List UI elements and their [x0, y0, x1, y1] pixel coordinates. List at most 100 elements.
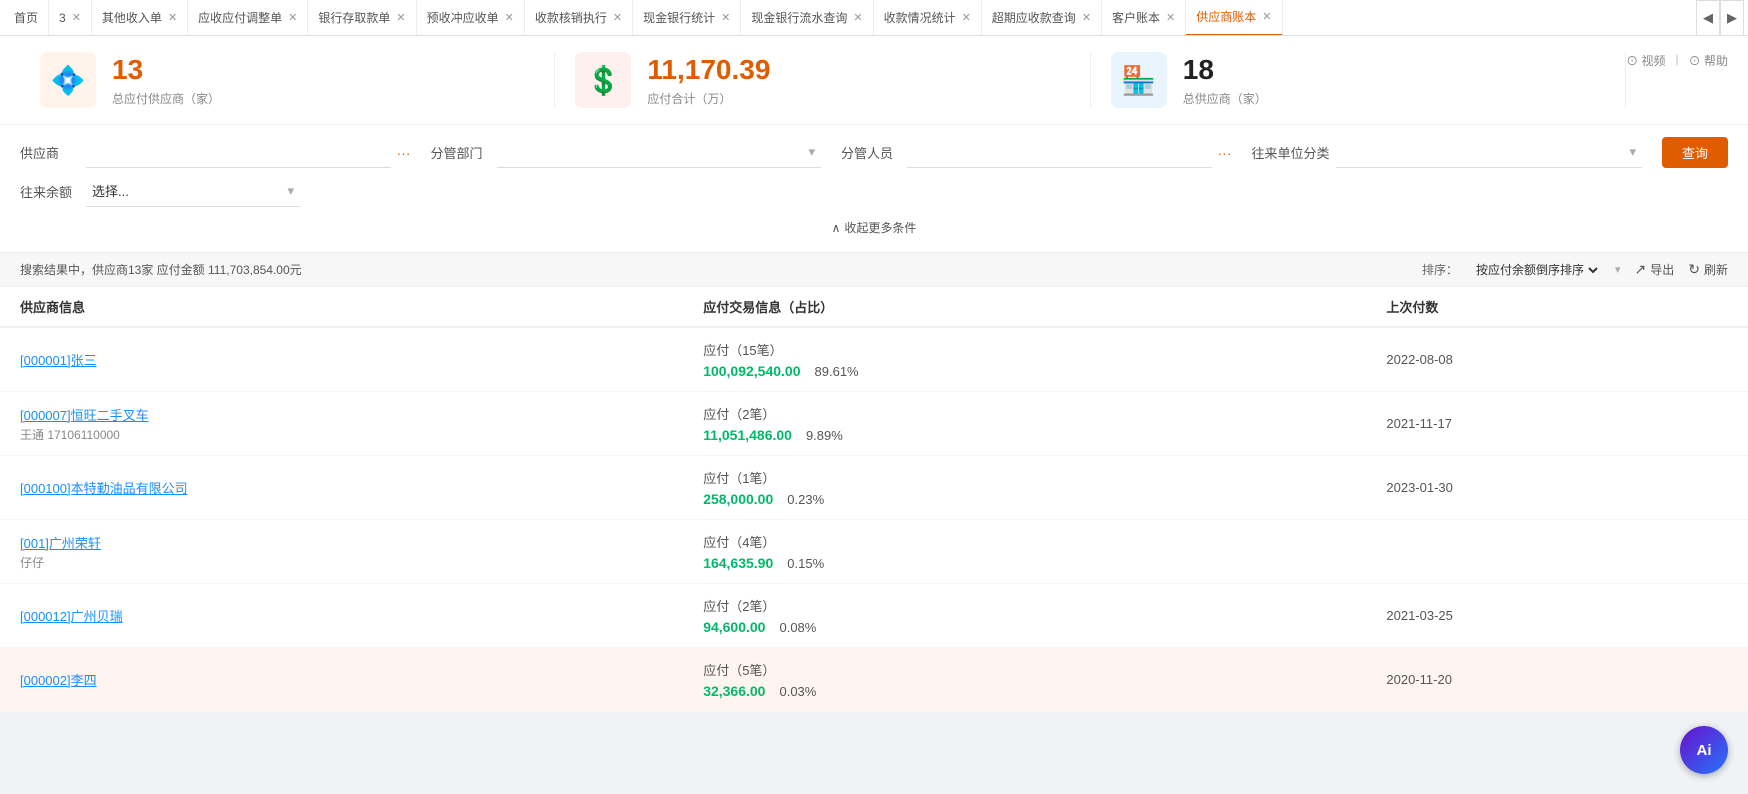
close-icon[interactable]: ✕ [396, 11, 405, 24]
person-input[interactable] [907, 138, 1212, 168]
tx-percent: 0.15% [787, 556, 824, 571]
nav-tab-prepaid[interactable]: 预收冲应收单 ✕ [417, 0, 525, 36]
supplier-link[interactable]: [001]广州荣轩 [20, 533, 703, 552]
refresh-icon: ↻ [1688, 261, 1700, 278]
close-icon[interactable]: ✕ [505, 11, 514, 24]
tx-label: 应付（5笔） [703, 660, 775, 679]
ai-assistant-button[interactable]: Ai [1680, 726, 1728, 774]
help-link[interactable]: ⊙ 帮助 [1689, 52, 1728, 69]
supplier-cell: [001]广州荣轩 仔仔 [20, 533, 703, 571]
category-filter-label: 往来单位分类 [1252, 143, 1330, 162]
nav-tab-3[interactable]: 3 ✕ [49, 0, 92, 36]
tx-amount[interactable]: 258,000.00 [703, 491, 773, 507]
nav-tab-collection-stats[interactable]: 收款情况统计 ✕ [874, 0, 982, 36]
close-icon[interactable]: ✕ [721, 11, 730, 24]
nav-tab-cash-bank-flow[interactable]: 现金银行流水查询 ✕ [741, 0, 873, 36]
payable-suppliers-label: 总应付供应商（家） [112, 90, 220, 107]
table-header: 供应商信息 应付交易信息（占比） 上次付数 [0, 287, 1748, 328]
video-link[interactable]: ⊙ 视频 [1626, 52, 1665, 69]
nav-tab-cash-bank-stats[interactable]: 现金银行统计 ✕ [633, 0, 741, 36]
close-icon[interactable]: ✕ [288, 11, 297, 24]
person-dots-btn[interactable]: ··· [1218, 145, 1232, 161]
supplier-link[interactable]: [000012]广州贝瑞 [20, 606, 703, 625]
filter-person: 分管人员 ··· [841, 138, 1232, 168]
nav-tab-adjustment[interactable]: 应收应付调整单 ✕ [188, 0, 308, 36]
filter-row-1: 供应商 ··· 分管部门 ▾ 分管人员 ··· 往来单位分类 ▾ 查询 [20, 137, 1728, 168]
nav-tab-overdue[interactable]: 超期应收款查询 ✕ [982, 0, 1102, 36]
query-button[interactable]: 查询 [1662, 137, 1728, 168]
chevron-up-icon: ∧ [832, 221, 841, 235]
chevron-down-icon: ▾ [1615, 263, 1621, 276]
close-icon[interactable]: ✕ [1262, 10, 1271, 23]
balance-filter-label: 往来余额 [20, 182, 80, 201]
total-suppliers-text: 18 总供应商（家） [1183, 54, 1267, 107]
tx-amount[interactable]: 164,635.90 [703, 555, 773, 571]
summary-card-total-suppliers: 🏪 18 总供应商（家） [1091, 52, 1626, 108]
collapse-button[interactable]: ∧ 收起更多条件 [820, 215, 929, 240]
tx-amount-row: 11,051,486.00 9.89% [703, 427, 1386, 443]
sort-select[interactable]: 按应付余额倒序排序 [1472, 262, 1601, 278]
close-icon[interactable]: ✕ [168, 11, 177, 24]
nav-prev-arrow[interactable]: ◀ [1696, 0, 1720, 36]
last-pay-cell: 2022-08-08 [1386, 352, 1728, 367]
filter-dept: 分管部门 ▾ [431, 137, 822, 168]
close-icon[interactable]: ✕ [1166, 11, 1175, 24]
tx-amount[interactable]: 11,051,486.00 [703, 427, 792, 443]
balance-select[interactable]: 选择... [86, 176, 300, 206]
table-row: [000002]李四 应付（5笔） 32,366.00 0.03% 2020-1… [0, 648, 1748, 712]
last-pay-date: 2020-11-20 [1386, 672, 1452, 687]
supplier-link[interactable]: [000007]恒旺二手叉车 [20, 405, 703, 424]
supplier-link[interactable]: [000001]张三 [20, 350, 703, 369]
close-icon[interactable]: ✕ [72, 11, 81, 24]
tx-amount[interactable]: 32,366.00 [703, 683, 765, 699]
tx-amount-row: 100,092,540.00 89.61% [703, 363, 1386, 379]
table-row: [000012]广州贝瑞 应付（2笔） 94,600.00 0.08% 2021… [0, 584, 1748, 648]
supplier-link[interactable]: [000100]本特勤油品有限公司 [20, 478, 703, 497]
close-icon[interactable]: ✕ [613, 11, 622, 24]
dept-select[interactable] [497, 137, 822, 167]
supplier-cell: [000100]本特勤油品有限公司 [20, 478, 703, 497]
filter-row-2: 往来余额 选择... ▾ [20, 176, 1728, 207]
export-icon: ↗ [1635, 261, 1647, 278]
table-row: [001]广州荣轩 仔仔 应付（4笔） 164,635.90 0.15% [0, 520, 1748, 584]
close-icon[interactable]: ✕ [853, 11, 862, 24]
tx-amount[interactable]: 94,600.00 [703, 619, 765, 635]
nav-tab-home[interactable]: 首页 [4, 0, 49, 36]
payable-total-label: 应付合计（万） [647, 90, 770, 107]
close-icon[interactable]: ✕ [962, 11, 971, 24]
nav-tab-customer-book[interactable]: 客户账本 ✕ [1102, 0, 1186, 36]
top-nav: 首页 3 ✕ 其他收入单 ✕ 应收应付调整单 ✕ 银行存取款单 ✕ 预收冲应收单… [0, 0, 1748, 36]
nav-tab-collection[interactable]: 收款核销执行 ✕ [525, 0, 633, 36]
data-table: 供应商信息 应付交易信息（占比） 上次付数 [000001]张三 应付（15笔）… [0, 287, 1748, 712]
tx-percent: 0.23% [787, 492, 824, 507]
nav-tab-supplier-book[interactable]: 供应商账本 ✕ [1186, 0, 1282, 36]
export-button[interactable]: ↗ 导出 [1635, 261, 1675, 278]
supplier-link[interactable]: [000002]李四 [20, 670, 703, 689]
supplier-dots-btn[interactable]: ··· [397, 145, 411, 161]
payable-total-icon: 💲 [575, 52, 631, 108]
category-select[interactable] [1336, 137, 1642, 167]
transaction-cell: 应付（1笔） 258,000.00 0.23% [703, 468, 1386, 507]
tx-percent: 0.03% [779, 684, 816, 699]
close-icon[interactable]: ✕ [1082, 11, 1091, 24]
refresh-button[interactable]: ↻ 刷新 [1688, 261, 1728, 278]
tx-row: 应付（5笔） [703, 660, 1386, 679]
balance-select-wrap: 选择... ▾ [86, 176, 300, 207]
transaction-cell: 应付（15笔） 100,092,540.00 89.61% [703, 340, 1386, 379]
tx-label: 应付（2笔） [703, 596, 775, 615]
payable-suppliers-text: 13 总应付供应商（家） [112, 54, 220, 107]
supplier-cell: [000002]李四 [20, 670, 703, 689]
nav-tab-bank-deposit[interactable]: 银行存取款单 ✕ [308, 0, 416, 36]
last-pay-date: 2021-03-25 [1386, 608, 1453, 623]
tx-amount-row: 32,366.00 0.03% [703, 683, 1386, 699]
tx-label: 应付（1笔） [703, 468, 775, 487]
table-row: [000100]本特勤油品有限公司 应付（1笔） 258,000.00 0.23… [0, 456, 1748, 520]
nav-tab-other-income[interactable]: 其他收入单 ✕ [92, 0, 188, 36]
nav-next-arrow[interactable]: ▶ [1720, 0, 1744, 36]
supplier-input[interactable] [86, 138, 391, 168]
tx-amount[interactable]: 100,092,540.00 [703, 363, 800, 379]
tx-label: 应付（2笔） [703, 404, 775, 423]
tx-row: 应付（1笔） [703, 468, 1386, 487]
table-row: [000001]张三 应付（15笔） 100,092,540.00 89.61%… [0, 328, 1748, 392]
filter-balance: 往来余额 选择... ▾ [20, 176, 300, 207]
